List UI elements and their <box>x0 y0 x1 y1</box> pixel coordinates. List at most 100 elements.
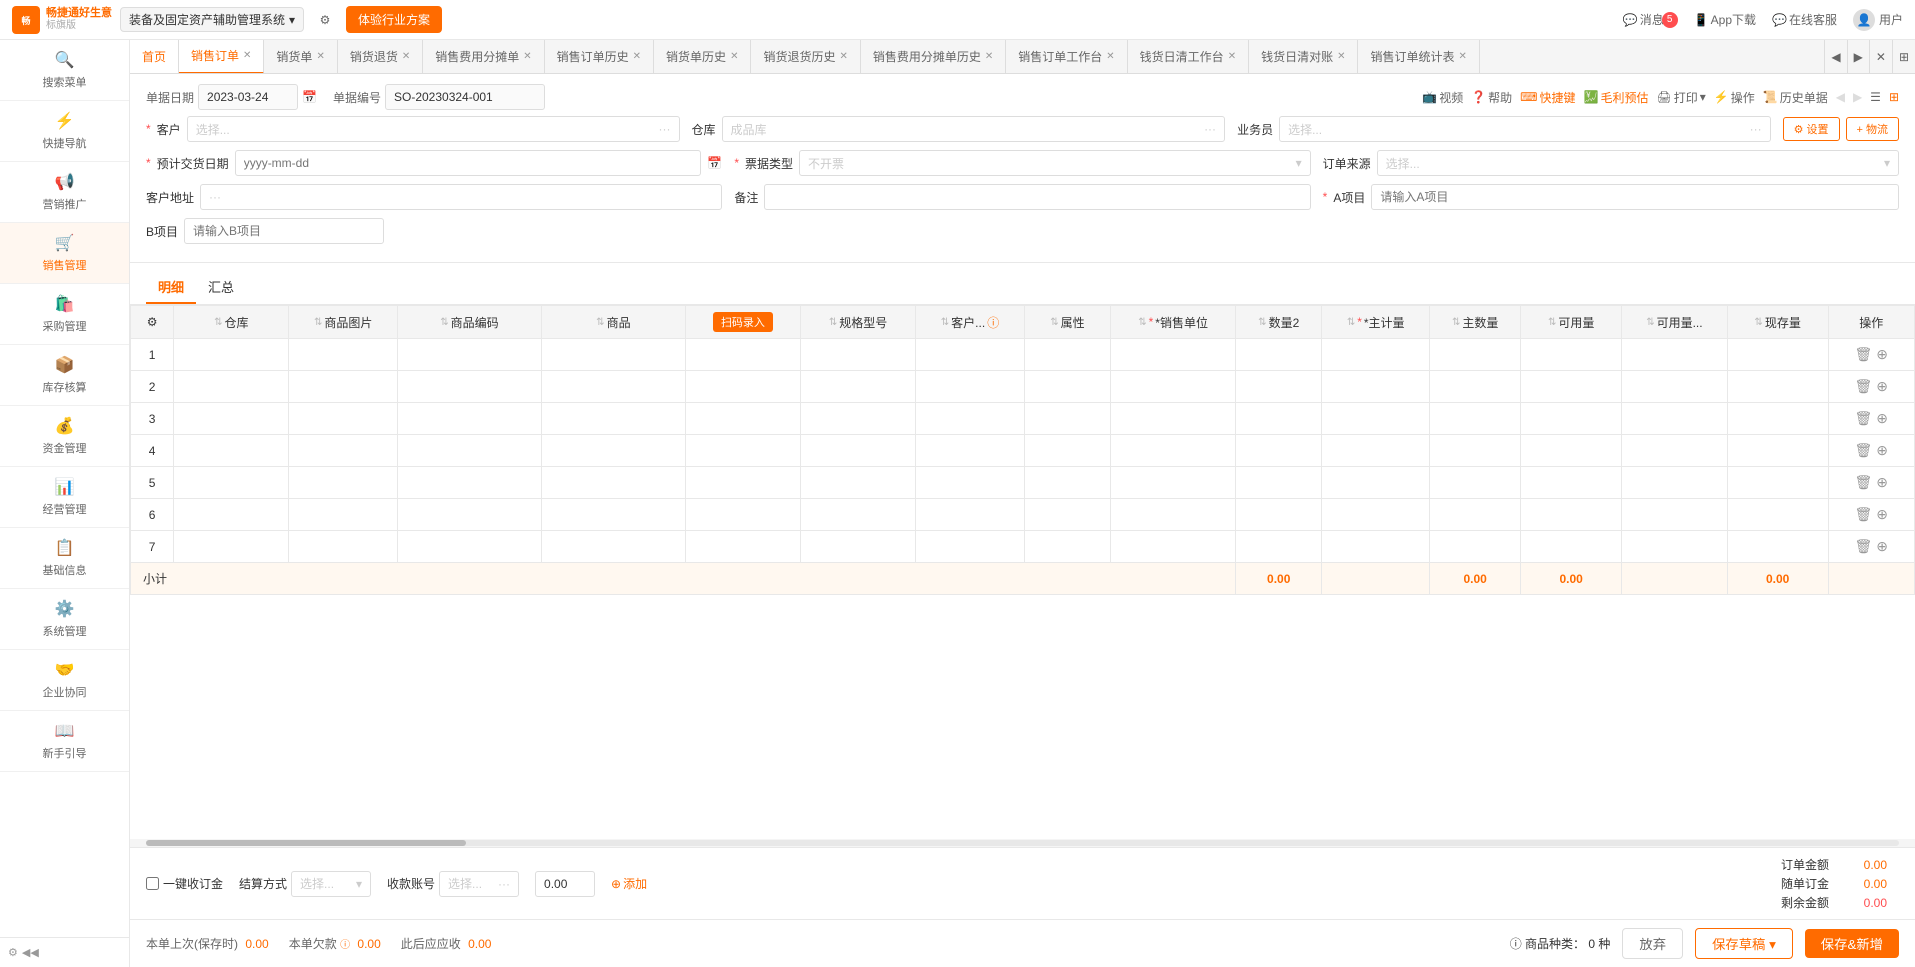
payment-method-select[interactable]: 选择... ▾ <box>291 871 371 897</box>
tab-order-history[interactable]: 销售订单历史 ✕ <box>545 40 654 74</box>
sidebar-item-quicknav[interactable]: ⚡ 快捷导航 <box>0 101 129 162</box>
tab-close-icon[interactable]: ✕ <box>985 51 993 62</box>
tab-expand-btn[interactable]: ⊞ <box>1892 40 1915 74</box>
th-img[interactable]: ⇅商品图片 <box>289 306 398 339</box>
sidebar-item-marketing[interactable]: 📢 营销推广 <box>0 162 129 223</box>
row-copy-icon[interactable]: ⊕ <box>1876 346 1888 362</box>
user-avatar[interactable]: 👤 用户 <box>1853 9 1903 31</box>
save-new-button[interactable]: 保存&新增 <box>1805 929 1899 958</box>
th-unit[interactable]: ⇅**销售单位 <box>1111 306 1236 339</box>
collection-select[interactable]: 选择... ··· <box>439 871 519 897</box>
sidebar-item-sales[interactable]: 🛒 销售管理 <box>0 223 129 284</box>
tab-more-btn[interactable]: ✕ <box>1869 40 1892 74</box>
sidebar-item-finance[interactable]: 💰 资金管理 <box>0 406 129 467</box>
discard-button[interactable]: 放弃 <box>1622 928 1683 959</box>
tab-summary[interactable]: 汇总 <box>196 271 246 304</box>
th-avail2[interactable]: ⇅可用量... <box>1622 306 1728 339</box>
tab-close-icon[interactable]: ✕ <box>1228 51 1236 62</box>
sidebar-item-inventory[interactable]: 📦 库存核算 <box>0 345 129 406</box>
delivery-date-input[interactable] <box>235 150 702 176</box>
tab-next-btn[interactable]: ▶ <box>1847 40 1869 74</box>
save-draft-button[interactable]: 保存草稿 ▾ <box>1695 928 1793 959</box>
profit-btn[interactable]: 💹 毛利预估 <box>1584 89 1649 106</box>
tab-daily-reconcile[interactable]: 钱货日清对账 ✕ <box>1249 40 1358 74</box>
row-delete-icon[interactable]: 🗑 <box>1855 538 1873 554</box>
delivery-calendar-icon[interactable]: 📅 <box>707 156 722 170</box>
th-settings[interactable]: ⚙ <box>131 306 174 339</box>
sidebar-collapse[interactable]: ⚙ ◀◀ <box>0 937 129 967</box>
sidebar-item-purchase[interactable]: 🛍️ 采购管理 <box>0 284 129 345</box>
row-copy-icon[interactable]: ⊕ <box>1876 538 1888 554</box>
scrollbar-thumb[interactable] <box>146 840 466 846</box>
tab-detail[interactable]: 明细 <box>146 271 196 304</box>
tab-return-history[interactable]: 销货退货历史 ✕ <box>751 40 860 74</box>
salesperson-select[interactable]: 选择... ··· <box>1279 116 1771 142</box>
tab-daily-workbench[interactable]: 钱货日清工作台 ✕ <box>1128 40 1249 74</box>
row-copy-icon[interactable]: ⊕ <box>1876 378 1888 394</box>
shortcut-btn[interactable]: ⌨ 快捷键 <box>1520 89 1575 106</box>
tab-prev-btn[interactable]: ◀ <box>1824 40 1846 74</box>
tab-close-icon[interactable]: ✕ <box>402 51 410 62</box>
row-delete-icon[interactable]: 🗑 <box>1855 346 1873 362</box>
bill-no-input[interactable] <box>385 84 545 110</box>
history-btn[interactable]: 📜 历史单据 <box>1763 89 1828 106</box>
tab-expense-history[interactable]: 销售费用分摊单历史 ✕ <box>861 40 1006 74</box>
row-delete-icon[interactable]: 🗑 <box>1855 506 1873 522</box>
sidebar-item-search[interactable]: 🔍 搜索菜单 <box>0 40 129 101</box>
tab-sales-invoice[interactable]: 销货单 ✕ <box>264 40 337 74</box>
th-warehouse[interactable]: ⇅仓库 <box>174 306 289 339</box>
grid-view-icon[interactable]: ⊞ <box>1889 90 1899 104</box>
amount-input[interactable] <box>535 871 595 897</box>
remark-input[interactable] <box>764 184 1310 210</box>
tab-order-workbench[interactable]: 销售订单工作台 ✕ <box>1006 40 1127 74</box>
calendar-icon[interactable]: 📅 <box>302 90 317 104</box>
sidebar-item-cooperation[interactable]: 🤝 企业协同 <box>0 650 129 711</box>
invoice-type-select[interactable]: 不开票 ▾ <box>799 150 1311 176</box>
tab-close-icon[interactable]: ✕ <box>243 50 251 61</box>
row-delete-icon[interactable]: 🗑 <box>1855 442 1873 458</box>
order-source-select[interactable]: 选择... ▾ <box>1377 150 1899 176</box>
one-click-checkbox[interactable] <box>146 877 159 890</box>
msg-icon[interactable]: 💬 消息 5 <box>1623 11 1678 28</box>
row-copy-icon[interactable]: ⊕ <box>1876 442 1888 458</box>
row-copy-icon[interactable]: ⊕ <box>1876 410 1888 426</box>
tab-close-icon[interactable]: ✕ <box>730 51 738 62</box>
scrollbar-track[interactable] <box>146 840 1899 846</box>
th-customer-code[interactable]: ⇅客户...ⓘ <box>916 306 1025 339</box>
customer-select[interactable]: 选择... ··· <box>187 116 680 142</box>
tab-invoice-history[interactable]: 销货单历史 ✕ <box>654 40 751 74</box>
th-main-qty[interactable]: ⇅主数量 <box>1430 306 1521 339</box>
tab-close-icon[interactable]: ✕ <box>1106 51 1114 62</box>
th-qty2[interactable]: ⇅数量2 <box>1236 306 1322 339</box>
th-spec[interactable]: ⇅规格型号 <box>801 306 916 339</box>
customer-addr-select[interactable]: ··· <box>200 184 722 210</box>
online-support[interactable]: 💬 在线客服 <box>1772 11 1837 28</box>
th-attr[interactable]: ⇅属性 <box>1024 306 1110 339</box>
b-project-input[interactable] <box>184 218 384 244</box>
tab-close-icon[interactable]: ✕ <box>1459 51 1467 62</box>
row-copy-icon[interactable]: ⊕ <box>1876 506 1888 522</box>
th-code[interactable]: ⇅商品编码 <box>397 306 541 339</box>
print-btn[interactable]: 🖨 打印 ▾ <box>1656 89 1705 106</box>
tab-sales-return[interactable]: 销货退货 ✕ <box>338 40 423 74</box>
row-delete-icon[interactable]: 🗑 <box>1855 474 1873 490</box>
settings-icon[interactable]: ⚙ <box>312 7 338 33</box>
tab-close-icon[interactable]: ✕ <box>633 51 641 62</box>
tab-close-icon[interactable]: ✕ <box>839 51 847 62</box>
sidebar-item-basic[interactable]: 📋 基础信息 <box>0 528 129 589</box>
tab-order-stats[interactable]: 销售订单统计表 ✕ <box>1358 40 1479 74</box>
th-goods[interactable]: ⇅商品 <box>541 306 685 339</box>
ops-btn[interactable]: ⚡ 操作 <box>1714 89 1755 106</box>
goods-count-icon[interactable]: ⓘ <box>1510 937 1522 951</box>
row-delete-icon[interactable]: 🗑 <box>1855 410 1873 426</box>
th-stock[interactable]: ⇅现存量 <box>1727 306 1828 339</box>
tab-home[interactable]: 首页 <box>130 40 179 74</box>
sidebar-item-system[interactable]: ⚙️ 系统管理 <box>0 589 129 650</box>
logistics-quick-btn[interactable]: + 物流 <box>1846 117 1899 141</box>
scan-btn[interactable]: 扫码录入 <box>713 312 773 332</box>
th-avail[interactable]: ⇅可用量 <box>1521 306 1622 339</box>
a-project-input[interactable] <box>1371 184 1899 210</box>
tab-close-icon[interactable]: ✕ <box>1337 51 1345 62</box>
system-selector[interactable]: 装备及固定资产辅助管理系统 ▾ <box>120 7 304 32</box>
list-view-icon[interactable]: ☰ <box>1870 90 1881 104</box>
